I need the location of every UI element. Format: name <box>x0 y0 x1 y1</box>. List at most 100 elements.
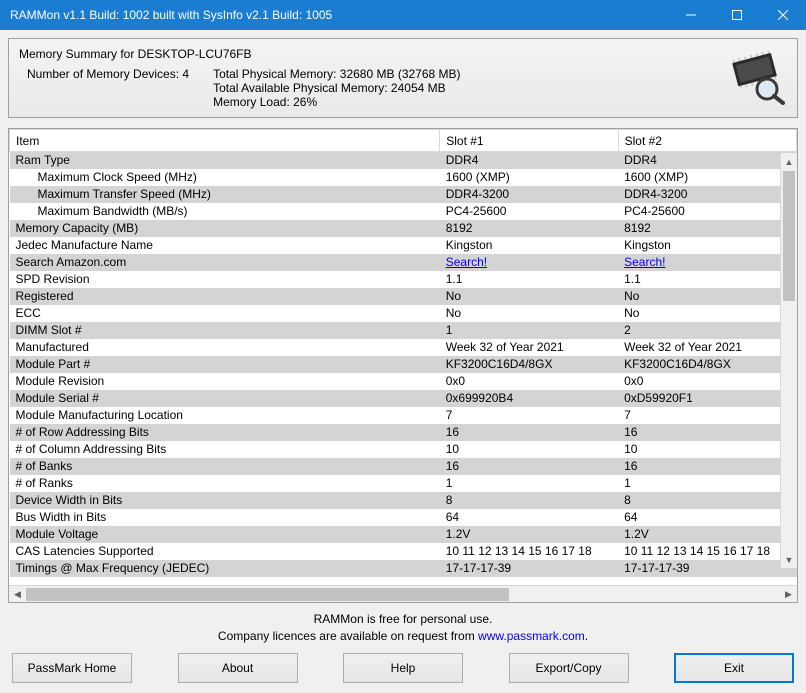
table-row[interactable]: SPD Revision1.11.1 <box>10 271 797 288</box>
footer-text: RAMMon is free for personal use. Company… <box>8 603 798 653</box>
cell-slot2: KF3200C16D4/8GX <box>618 356 796 373</box>
content-area: Memory Summary for DESKTOP-LCU76FB Numbe… <box>0 30 806 693</box>
cell-slot2: 16 <box>618 424 796 441</box>
table-row[interactable]: CAS Latencies Supported10 11 12 13 14 15… <box>10 543 797 560</box>
table-row[interactable]: Maximum Clock Speed (MHz)1600 (XMP)1600 … <box>10 169 797 186</box>
cell-slot2: Week 32 of Year 2021 <box>618 339 796 356</box>
cell-item: Module Serial # <box>10 390 440 407</box>
cell-slot2: 1 <box>618 475 796 492</box>
scroll-down-icon[interactable]: ▼ <box>781 551 797 568</box>
scroll-left-icon[interactable]: ◀ <box>9 586 26 603</box>
table-row[interactable]: Module Manufacturing Location77 <box>10 407 797 424</box>
cell-item: # of Banks <box>10 458 440 475</box>
cell-slot1: 64 <box>440 509 618 526</box>
devices-label: Number of Memory Devices: <box>27 67 179 81</box>
about-button[interactable]: About <box>178 653 298 683</box>
scroll-up-icon[interactable]: ▲ <box>781 153 797 170</box>
cell-slot1: 7 <box>440 407 618 424</box>
table-row[interactable]: ECCNoNo <box>10 305 797 322</box>
search-link[interactable]: Search! <box>624 255 665 269</box>
ram-chip-icon <box>727 51 787 105</box>
table-row[interactable]: ManufacturedWeek 32 of Year 2021Week 32 … <box>10 339 797 356</box>
table-row[interactable]: Module Part #KF3200C16D4/8GXKF3200C16D4/… <box>10 356 797 373</box>
table-row[interactable]: Bus Width in Bits6464 <box>10 509 797 526</box>
cell-item: Timings @ Max Frequency (JEDEC) <box>10 560 440 577</box>
cell-slot1: 1 <box>440 475 618 492</box>
search-link[interactable]: Search! <box>446 255 487 269</box>
scroll-right-icon[interactable]: ▶ <box>780 586 797 603</box>
header-slot2[interactable]: Slot #2 <box>618 130 796 152</box>
table-row[interactable]: Device Width in Bits88 <box>10 492 797 509</box>
cell-slot1: 16 <box>440 458 618 475</box>
export-copy-button[interactable]: Export/Copy <box>509 653 629 683</box>
cell-slot1: 1.1 <box>440 271 618 288</box>
cell-slot1: DDR4-3200 <box>440 186 618 203</box>
cell-slot2: 10 <box>618 441 796 458</box>
cell-item: SPD Revision <box>10 271 440 288</box>
cell-slot2: 8192 <box>618 220 796 237</box>
table-row[interactable]: DIMM Slot #12 <box>10 322 797 339</box>
scrollbar-thumb-h[interactable] <box>26 588 509 601</box>
table-row[interactable]: RegisteredNoNo <box>10 288 797 305</box>
data-table-container: Item Slot #1 Slot #2 Ram TypeDDR4DDR4Max… <box>8 128 798 603</box>
cell-item: # of Ranks <box>10 475 440 492</box>
cell-slot2: PC4-25600 <box>618 203 796 220</box>
cell-item: Module Revision <box>10 373 440 390</box>
table-row[interactable]: Ram TypeDDR4DDR4 <box>10 152 797 169</box>
cell-slot2: 64 <box>618 509 796 526</box>
table-row[interactable]: # of Banks1616 <box>10 458 797 475</box>
table-row[interactable]: Maximum Transfer Speed (MHz)DDR4-3200DDR… <box>10 186 797 203</box>
scrollbar-thumb[interactable] <box>783 171 795 301</box>
cell-item: Maximum Clock Speed (MHz) <box>10 169 440 186</box>
cell-slot1: 16 <box>440 424 618 441</box>
passmark-home-button[interactable]: PassMark Home <box>12 653 132 683</box>
cell-item: Search Amazon.com <box>10 254 440 271</box>
table-row[interactable]: # of Ranks11 <box>10 475 797 492</box>
table-row[interactable]: Memory Capacity (MB)81928192 <box>10 220 797 237</box>
table-row[interactable]: Search Amazon.com Search! Search! <box>10 254 797 271</box>
cell-slot1: 10 11 12 13 14 15 16 17 18 <box>440 543 618 560</box>
cell-slot1: 1.2V <box>440 526 618 543</box>
cell-slot2: DDR4 <box>618 152 796 169</box>
cell-slot1: No <box>440 305 618 322</box>
cell-item: CAS Latencies Supported <box>10 543 440 560</box>
exit-button[interactable]: Exit <box>674 653 794 683</box>
minimize-button[interactable] <box>668 0 714 30</box>
vertical-scrollbar[interactable]: ▲ ▼ <box>780 153 797 568</box>
titlebar[interactable]: RAMMon v1.1 Build: 1002 built with SysIn… <box>0 0 806 30</box>
help-button[interactable]: Help <box>343 653 463 683</box>
cell-slot1: Kingston <box>440 237 618 254</box>
table-row[interactable]: Module Revision0x00x0 <box>10 373 797 390</box>
memory-load: Memory Load: 26% <box>213 95 460 109</box>
cell-slot1: KF3200C16D4/8GX <box>440 356 618 373</box>
table-row[interactable]: Jedec Manufacture NameKingstonKingston <box>10 237 797 254</box>
cell-slot1: 1 <box>440 322 618 339</box>
maximize-button[interactable] <box>714 0 760 30</box>
header-slot1[interactable]: Slot #1 <box>440 130 618 152</box>
cell-slot2: No <box>618 288 796 305</box>
table-row[interactable]: # of Row Addressing Bits1616 <box>10 424 797 441</box>
cell-slot2: DDR4-3200 <box>618 186 796 203</box>
footer-line2-pre: Company licences are available on reques… <box>218 629 478 643</box>
window-buttons <box>668 0 806 30</box>
cell-slot2: 1.1 <box>618 271 796 288</box>
table-row[interactable]: Module Voltage1.2V1.2V <box>10 526 797 543</box>
passmark-link[interactable]: www.passmark.com <box>478 629 585 643</box>
table-row[interactable]: Maximum Bandwidth (MB/s)PC4-25600PC4-256… <box>10 203 797 220</box>
cell-slot1: 8 <box>440 492 618 509</box>
header-item[interactable]: Item <box>10 130 440 152</box>
horizontal-scrollbar[interactable]: ◀ ▶ <box>9 585 797 602</box>
cell-slot1: PC4-25600 <box>440 203 618 220</box>
cell-item: # of Row Addressing Bits <box>10 424 440 441</box>
footer-line1: RAMMon is free for personal use. <box>8 611 798 628</box>
summary-title: Memory Summary for DESKTOP-LCU76FB <box>19 47 787 61</box>
table-row[interactable]: Module Serial #0x699920B40xD59920F1 <box>10 390 797 407</box>
memory-data-table: Item Slot #1 Slot #2 Ram TypeDDR4DDR4Max… <box>9 129 797 577</box>
cell-slot1: 8192 <box>440 220 618 237</box>
table-row[interactable]: Timings @ Max Frequency (JEDEC)17-17-17-… <box>10 560 797 577</box>
devices-count: 4 <box>182 67 189 81</box>
close-button[interactable] <box>760 0 806 30</box>
cell-slot1: Search! <box>440 254 618 271</box>
cell-item: Module Manufacturing Location <box>10 407 440 424</box>
table-row[interactable]: # of Column Addressing Bits1010 <box>10 441 797 458</box>
